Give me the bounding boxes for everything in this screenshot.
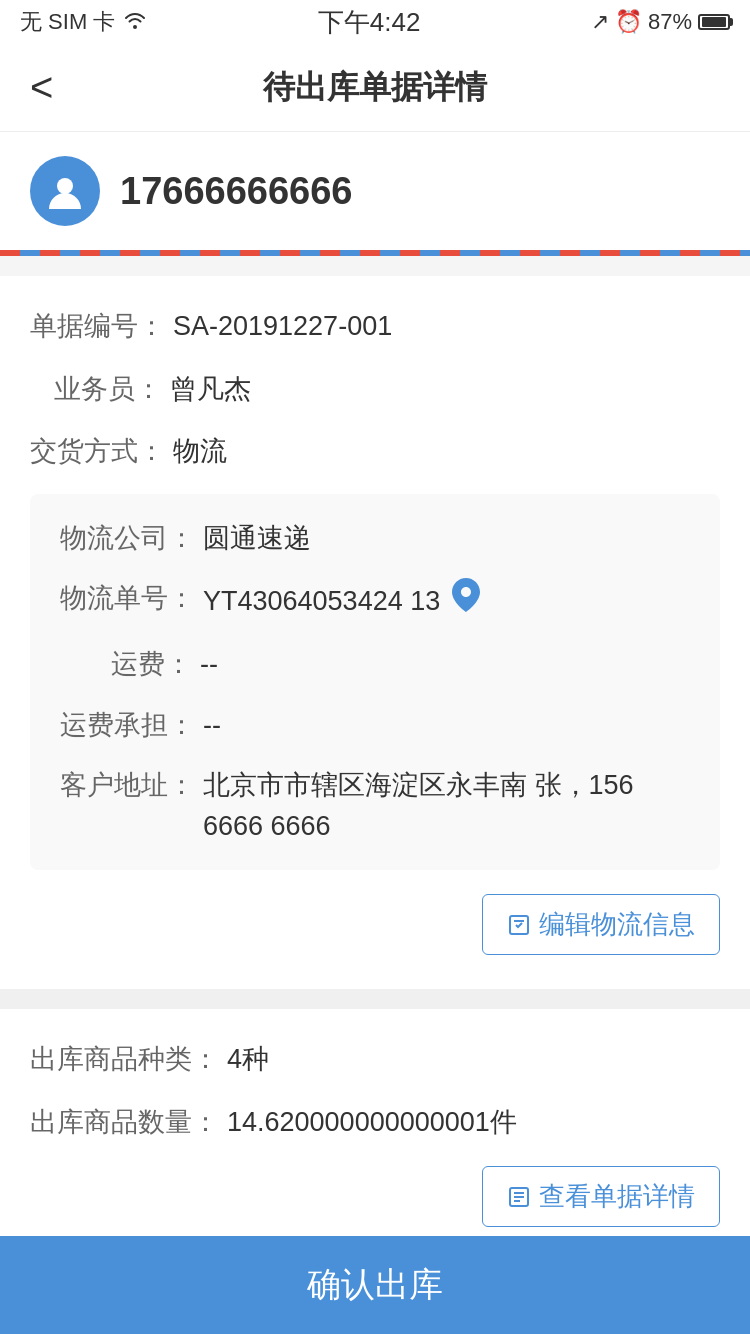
logistics-box: 物流公司： 圆通速递 物流单号： YT43064053424 13 运费： --… [30,494,720,871]
edit-logistics-button[interactable]: 编辑物流信息 [482,894,720,955]
customer-phone: 17666666666 [120,170,352,213]
document-no-row: 单据编号： SA-20191227-001 [30,306,720,347]
location-status-icon: ↗ [591,9,609,35]
dashed-separator [0,250,750,256]
battery-percent: 87% [648,9,692,35]
back-button[interactable]: < [30,65,53,110]
page-title: 待出库单据详情 [263,66,487,110]
avatar [30,156,100,226]
freight-value: -- [200,644,690,685]
tracking-no-label: 物流单号： [60,578,203,619]
goods-section: 出库商品种类： 4种 出库商品数量： 14.620000000000001件 查… [0,1009,750,1257]
nav-bar: < 待出库单据详情 [0,44,750,132]
view-detail-button[interactable]: 查看单据详情 [482,1166,720,1227]
customer-header: 17666666666 [0,132,750,250]
logistics-company-label: 物流公司： [60,518,203,559]
freight-label: 运费： [60,644,200,685]
tracking-location-icon[interactable] [452,578,480,624]
document-no-value: SA-20191227-001 [173,306,720,347]
tracking-no-value: YT43064053424 13 [203,578,690,624]
logistics-company-value: 圆通速递 [203,518,690,559]
basic-info-section: 单据编号： SA-20191227-001 业务员： 曾凡杰 交货方式： 物流 … [0,276,750,989]
wifi-icon [123,9,147,35]
freight-row: 运费： -- [60,644,690,685]
edit-logistics-container: 编辑物流信息 [30,894,720,959]
goods-type-row: 出库商品种类： 4种 [30,1039,720,1080]
alarm-icon: ⏰ [615,9,642,35]
salesman-row: 业务员： 曾凡杰 [30,369,720,410]
goods-type-label: 出库商品种类： [30,1039,227,1080]
goods-quantity-label: 出库商品数量： [30,1102,227,1143]
status-left: 无 SIM 卡 [20,7,147,37]
delivery-label: 交货方式： [30,431,173,472]
delivery-value: 物流 [173,431,720,472]
goods-type-value: 4种 [227,1039,720,1080]
confirm-button-label: 确认出库 [307,1262,443,1308]
goods-quantity-row: 出库商品数量： 14.620000000000001件 [30,1102,720,1143]
salesman-label: 业务员： [30,369,170,410]
status-right: ↗ ⏰ 87% [591,9,730,35]
confirm-button[interactable]: 确认出库 [0,1236,750,1334]
salesman-value: 曾凡杰 [170,369,720,410]
freight-bearer-row: 运费承担： -- [60,705,690,746]
goods-quantity-value: 14.620000000000001件 [227,1102,720,1143]
address-value: 北京市市辖区海淀区永丰南 张，156 6666 6666 [203,765,690,846]
freight-bearer-label: 运费承担： [60,705,203,746]
view-detail-container: 查看单据详情 [30,1166,720,1227]
carrier-text: 无 SIM 卡 [20,7,115,37]
svg-point-0 [57,178,73,194]
document-no-label: 单据编号： [30,306,173,347]
status-time: 下午4:42 [318,5,421,40]
section-divider [0,989,750,1009]
logistics-company-row: 物流公司： 圆通速递 [60,518,690,559]
status-bar: 无 SIM 卡 下午4:42 ↗ ⏰ 87% [0,0,750,44]
delivery-row: 交货方式： 物流 [30,431,720,472]
freight-bearer-value: -- [203,705,690,746]
battery-icon [698,14,730,30]
tracking-no-row: 物流单号： YT43064053424 13 [60,578,690,624]
address-label: 客户地址： [60,765,203,806]
address-row: 客户地址： 北京市市辖区海淀区永丰南 张，156 6666 6666 [60,765,690,846]
